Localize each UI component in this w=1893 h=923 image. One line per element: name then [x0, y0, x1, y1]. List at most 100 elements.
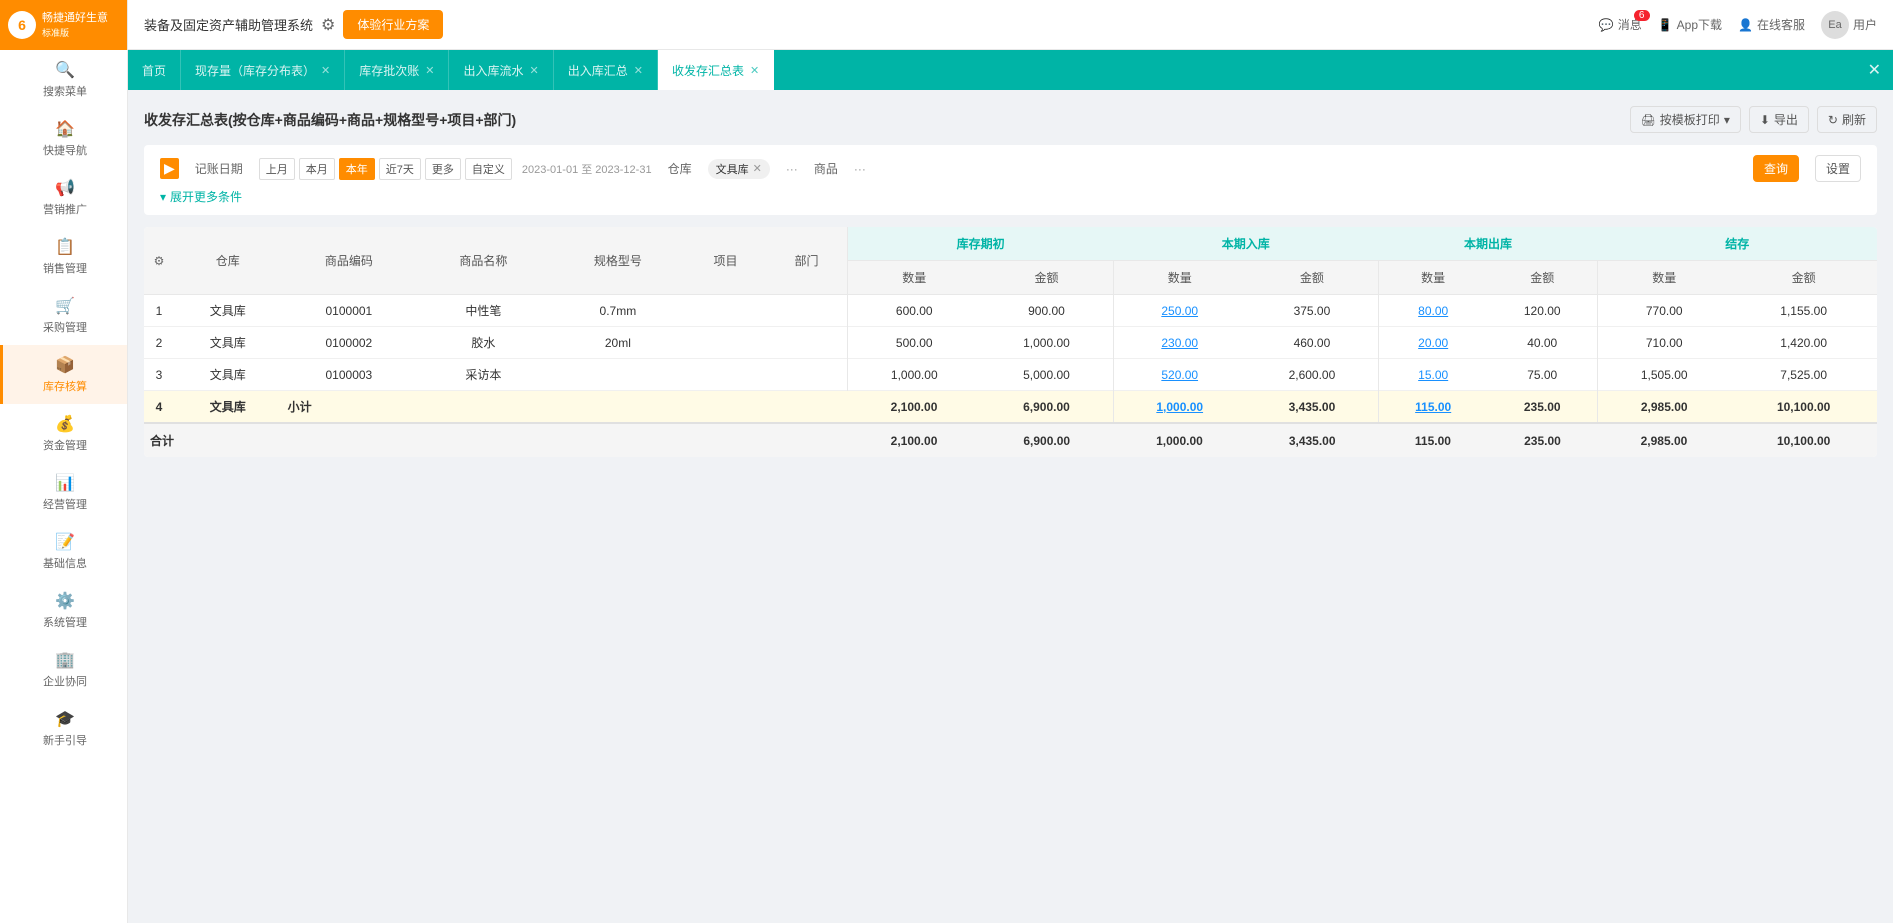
- data-table-wrapper: ⚙ 仓库 商品编码 商品名称 规格型号 项目 部门 库存期初 本期入库 本期出库…: [144, 227, 1877, 457]
- cell-in-amt: 2,600.00: [1246, 359, 1379, 391]
- app-download-button[interactable]: 📱 App下载: [1658, 16, 1722, 33]
- sidebar-item-finance[interactable]: 💰 资金管理: [0, 404, 127, 463]
- tab-summary-close[interactable]: ✕: [634, 64, 643, 77]
- tab-batch-close[interactable]: ✕: [425, 64, 434, 77]
- cell-opening-qty: 600.00: [848, 295, 981, 327]
- settings-button[interactable]: ⚙: [321, 15, 335, 35]
- cell-out-amt: 75.00: [1487, 359, 1597, 391]
- filter-section: ▶ 记账日期 上月 本月 本年 近7天 更多 自定义 2023-01-01 至 …: [144, 145, 1877, 215]
- tab-home-label: 首页: [142, 62, 166, 79]
- cell-balance-qty: 710.00: [1598, 327, 1731, 359]
- filter-settings-button[interactable]: 设置: [1815, 155, 1861, 182]
- tab-stock-dist[interactable]: 现存量（库存分布表） ✕: [181, 50, 345, 90]
- tab-batch[interactable]: 库存批次账 ✕: [345, 50, 449, 90]
- message-button[interactable]: 💬 消息 6: [1599, 16, 1642, 33]
- export-icon: ⬇: [1760, 113, 1770, 127]
- page-actions: 🖨 按模板打印 ▾ ⬇ 导出 ↻ 刷新: [1630, 106, 1877, 133]
- total-in-amt: 3,435.00: [1246, 423, 1379, 457]
- sidebar-item-label: 采购管理: [43, 319, 87, 335]
- date-btn-last-month[interactable]: 上月: [259, 158, 295, 180]
- date-label: 记账日期: [195, 160, 243, 177]
- sidebar-item-search[interactable]: 🔍 搜索菜单: [0, 50, 127, 109]
- sidebar-item-label: 资金管理: [43, 437, 87, 453]
- tab-flow-close[interactable]: ✕: [530, 64, 539, 77]
- cell-out-amt: 120.00: [1487, 295, 1597, 327]
- expand-filter-button[interactable]: ▾ 展开更多条件: [160, 188, 1861, 205]
- out-qty-link[interactable]: 15.00: [1418, 368, 1448, 382]
- sidebar-item-system[interactable]: ⚙️ 系统管理: [0, 581, 127, 640]
- query-button[interactable]: 查询: [1753, 155, 1799, 182]
- tab-flow[interactable]: 出入库流水 ✕: [449, 50, 553, 90]
- goods-more[interactable]: ···: [854, 162, 866, 176]
- sidebar-item-marketing[interactable]: 📢 营销推广: [0, 168, 127, 227]
- warehouse-filter-tag: 文具库 ✕: [708, 159, 770, 179]
- tab-recv-summary-close[interactable]: ✕: [750, 64, 759, 77]
- in-qty-link[interactable]: 230.00: [1161, 336, 1198, 350]
- th-out-amt: 金额: [1487, 261, 1597, 295]
- table-row: 1 文具库 0100001 中性笔 0.7mm 600.00 900.00 25…: [144, 295, 1877, 327]
- tab-summary[interactable]: 出入库汇总 ✕: [554, 50, 658, 90]
- th-in-amt: 金额: [1246, 261, 1379, 295]
- date-btn-this-month[interactable]: 本月: [299, 158, 335, 180]
- sidebar-item-inventory[interactable]: 📦 库存核算: [0, 345, 127, 404]
- th-in-qty: 数量: [1113, 261, 1246, 295]
- tab-stock-dist-close[interactable]: ✕: [321, 64, 330, 77]
- data-table: ⚙ 仓库 商品编码 商品名称 规格型号 项目 部门 库存期初 本期入库 本期出库…: [144, 227, 1877, 457]
- export-button[interactable]: ⬇ 导出: [1749, 106, 1809, 133]
- cell-warehouse: 文具库: [174, 295, 282, 327]
- sidebar-item-enterprise[interactable]: 🏢 企业协同: [0, 640, 127, 699]
- cell-warehouse: 文具库: [174, 327, 282, 359]
- cell-goods-code: 0100003: [282, 359, 417, 391]
- sidebar-item-guide[interactable]: 🎓 新手引导: [0, 699, 127, 758]
- cell-goods-name: 胶水: [416, 327, 551, 359]
- sidebar-nav: 🔍 搜索菜单 🏠 快捷导航 📢 营销推广 📋 销售管理 🛒 采购管理 📦 库存核…: [0, 50, 127, 923]
- sidebar-item-operations[interactable]: 📊 经营管理: [0, 463, 127, 522]
- tab-bar-close-button[interactable]: ✕: [1856, 60, 1893, 80]
- tab-recv-summary[interactable]: 收发存汇总表 ✕: [658, 50, 774, 90]
- warehouse-tag-close[interactable]: ✕: [753, 162, 762, 175]
- system-icon: ⚙️: [55, 591, 75, 611]
- cell-project: [685, 359, 766, 391]
- table-row: 3 文具库 0100003 采访本 1,000.00 5,000.00 520.…: [144, 359, 1877, 391]
- user-menu[interactable]: Ea 用户: [1821, 11, 1877, 39]
- sidebar-item-purchase[interactable]: 🛒 采购管理: [0, 286, 127, 345]
- sidebar-item-basic[interactable]: 📝 基础信息: [0, 522, 127, 581]
- finance-icon: 💰: [55, 414, 75, 434]
- in-qty-link[interactable]: 520.00: [1161, 368, 1198, 382]
- date-btn-custom[interactable]: 自定义: [465, 158, 512, 180]
- date-btn-this-year[interactable]: 本年: [339, 158, 375, 180]
- system-name: 装备及固定资产辅助管理系统: [144, 15, 313, 34]
- date-btn-more[interactable]: 更多: [425, 158, 461, 180]
- th-project: 项目: [685, 227, 766, 295]
- online-service-button[interactable]: 👤 在线客服: [1738, 16, 1805, 33]
- sidebar-item-sales[interactable]: 📋 销售管理: [0, 227, 127, 286]
- cell-in-amt: 460.00: [1246, 327, 1379, 359]
- basic-icon: 📝: [55, 532, 75, 552]
- out-qty-link[interactable]: 80.00: [1418, 304, 1448, 318]
- subtotal-in-qty-link[interactable]: 1,000.00: [1156, 400, 1203, 414]
- refresh-button[interactable]: ↻ 刷新: [1817, 106, 1877, 133]
- filter-toggle[interactable]: ▶: [160, 158, 179, 179]
- subtotal-in-amt: 3,435.00: [1246, 391, 1379, 424]
- cell-balance-qty: 1,505.00: [1598, 359, 1731, 391]
- tab-home[interactable]: 首页: [128, 50, 181, 90]
- sidebar-item-quicknav[interactable]: 🏠 快捷导航: [0, 109, 127, 168]
- cell-opening-amt: 5,000.00: [980, 359, 1113, 391]
- in-qty-link[interactable]: 250.00: [1161, 304, 1198, 318]
- total-label: 合计: [144, 423, 848, 457]
- subtotal-out-qty-link[interactable]: 115.00: [1415, 400, 1451, 414]
- subtotal-label: 小计: [282, 391, 848, 424]
- warehouse-more[interactable]: ···: [786, 162, 798, 176]
- print-button[interactable]: 🖨 按模板打印 ▾: [1630, 106, 1741, 133]
- date-btn-7days[interactable]: 近7天: [379, 158, 421, 180]
- th-warehouse: 仓库: [174, 227, 282, 295]
- trial-button[interactable]: 体验行业方案: [343, 10, 443, 39]
- marketing-icon: 📢: [55, 178, 75, 198]
- total-balance-amt: 10,100.00: [1730, 423, 1877, 457]
- table-settings-icon[interactable]: ⚙: [154, 254, 165, 268]
- subtotal-warehouse: 文具库: [174, 391, 282, 424]
- app-logo: 6 畅捷通好生意 标准版: [0, 0, 127, 50]
- download-icon: 📱: [1658, 18, 1673, 32]
- th-in: 本期入库: [1113, 227, 1378, 261]
- out-qty-link[interactable]: 20.00: [1418, 336, 1448, 350]
